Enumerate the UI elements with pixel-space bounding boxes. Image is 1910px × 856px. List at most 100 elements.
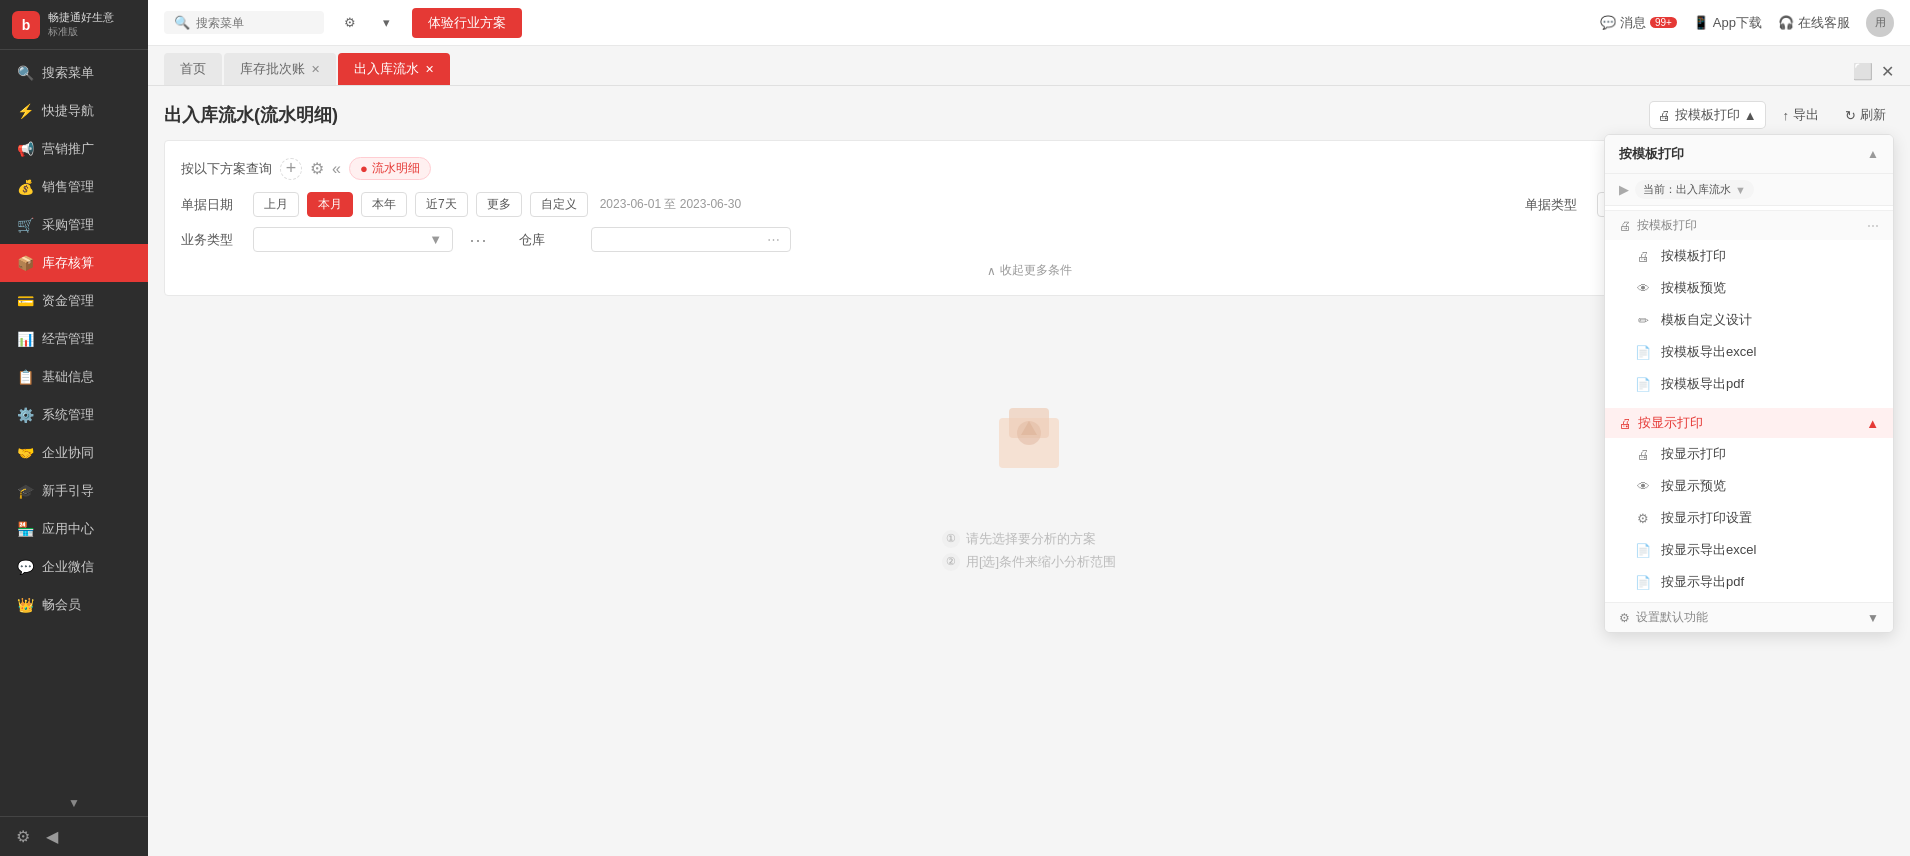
display-chevron-up-icon[interactable]: ▲ [1866, 416, 1879, 431]
set-default-icon: ⚙ [1619, 611, 1630, 625]
logo-icon: b [12, 11, 40, 39]
online-service-btn[interactable]: 🎧 在线客服 [1778, 14, 1850, 32]
hint-text-1: 请先选择要分析的方案 [966, 527, 1096, 550]
search-icon: 🔍 [174, 15, 190, 30]
item-custom-icon: ✏ [1635, 312, 1651, 328]
topbar-right: 💬 消息 99+ 📱 App下载 🎧 在线客服 用 [1600, 9, 1894, 37]
dropdown-item-display-pdf[interactable]: 📄 按显示导出pdf [1605, 566, 1893, 598]
app-logo: b 畅捷通好生意 标准版 [0, 0, 148, 50]
cooperation-icon: 🤝 [16, 444, 34, 462]
dropdown-footer[interactable]: ⚙ 设置默认功能 ▼ [1605, 602, 1893, 632]
topbar-search-box[interactable]: 🔍 [164, 11, 324, 34]
print-dropdown-panel: 按模板打印 ▲ ▶ 当前：出入库流水 ▼ [1604, 134, 1894, 633]
dropdown-item-display-preview[interactable]: 👁 按显示预览 [1605, 470, 1893, 502]
dropdown-chevron[interactable]: ▲ [1867, 147, 1879, 161]
dropdown-item-display-excel[interactable]: 📄 按显示导出excel [1605, 534, 1893, 566]
sidebar-item-system[interactable]: ⚙️ 系统管理 [0, 396, 148, 434]
date-btn-custom[interactable]: 自定义 [530, 192, 588, 217]
export-btn[interactable]: ↑ 导出 [1775, 102, 1828, 128]
business-filter-select[interactable]: ▼ [253, 227, 453, 252]
set-default-btn[interactable]: ⚙ 设置默认功能 [1619, 609, 1708, 626]
collapse-more-label: 收起更多条件 [1000, 262, 1072, 279]
warehouse-more-icon[interactable]: ⋯ [767, 232, 780, 247]
business-more-icon[interactable]: ⋯ [465, 229, 491, 251]
tab-flow[interactable]: 出入库流水 ✕ [338, 53, 450, 85]
search-input[interactable] [196, 16, 296, 30]
sidebar-item-wecom[interactable]: 💬 企业微信 [0, 548, 148, 586]
tab-batch-close-icon[interactable]: ✕ [311, 63, 320, 76]
sidebar-item-operation[interactable]: 📊 经营管理 [0, 320, 148, 358]
tab-flow-close-icon[interactable]: ✕ [425, 63, 434, 76]
date-btn-this-year[interactable]: 本年 [361, 192, 407, 217]
sidebar-item-appstore[interactable]: 🏪 应用中心 [0, 510, 148, 548]
sidebar-item-basic[interactable]: 📋 基础信息 [0, 358, 148, 396]
empty-illustration [979, 388, 1079, 507]
filter-settings-icon[interactable]: ⚙ [310, 159, 324, 178]
tab-batch-label: 库存批次账 [240, 60, 305, 78]
message-label: 消息 [1620, 14, 1646, 32]
topbar-settings-icon[interactable]: ⚙ [336, 9, 364, 37]
sidebar-item-finance[interactable]: 💳 资金管理 [0, 282, 148, 320]
sidebar-item-label: 搜索菜单 [42, 64, 94, 82]
app-name: 畅捷通好生意 [48, 10, 114, 25]
sidebar-item-member[interactable]: 👑 畅会员 [0, 586, 148, 624]
system-icon: ⚙️ [16, 406, 34, 424]
maximize-icon[interactable]: ⬜ [1853, 62, 1873, 81]
topbar-icons: ⚙ ▾ [336, 9, 400, 37]
date-btn-more[interactable]: 更多 [476, 192, 522, 217]
sidebar-item-label: 基础信息 [42, 368, 94, 386]
member-icon: 👑 [16, 596, 34, 614]
app-version: 标准版 [48, 25, 114, 39]
filter-collapse-icon[interactable]: « [332, 160, 341, 178]
sidebar-item-sales[interactable]: 💰 销售管理 [0, 168, 148, 206]
template-more-icon[interactable]: ⋯ [1867, 219, 1879, 233]
app-download-btn[interactable]: 📱 App下载 [1693, 14, 1762, 32]
add-condition-btn[interactable]: + [280, 158, 302, 180]
message-btn[interactable]: 💬 消息 99+ [1600, 14, 1677, 32]
chevron-down-icon[interactable]: ▾ [372, 9, 400, 37]
dropdown-item-template-custom[interactable]: ✏ 模板自定义设计 [1605, 304, 1893, 336]
sidebar-item-label: 企业协同 [42, 444, 94, 462]
industry-btn[interactable]: 体验行业方案 [412, 8, 522, 38]
item-label: 模板自定义设计 [1661, 311, 1752, 329]
dropdown-item-template-preview[interactable]: 👁 按模板预览 [1605, 272, 1893, 304]
filter-scheme-label: 按以下方案查询 [181, 160, 272, 178]
collapse-sidebar-icon[interactable]: ◀ [46, 827, 58, 846]
dropdown-item-template-print[interactable]: 🖨 按模板打印 [1605, 240, 1893, 272]
sidebar-item-search-menu[interactable]: 🔍 搜索菜单 [0, 54, 148, 92]
sidebar-scroll-down[interactable]: ▼ [0, 790, 148, 816]
sidebar-item-marketing[interactable]: 📢 营销推广 [0, 130, 148, 168]
purchase-icon: 🛒 [16, 216, 34, 234]
current-label: 当前：出入库流水 [1643, 182, 1731, 197]
sidebar-item-label: 应用中心 [42, 520, 94, 538]
date-btn-prev-month[interactable]: 上月 [253, 192, 299, 217]
user-avatar-btn[interactable]: 用 [1866, 9, 1894, 37]
search-menu-icon: 🔍 [16, 64, 34, 82]
date-filter-label: 单据日期 [181, 196, 241, 214]
refresh-btn[interactable]: ↻ 刷新 [1837, 102, 1894, 128]
dropdown-item-display-print-settings[interactable]: ⚙ 按显示打印设置 [1605, 502, 1893, 534]
sidebar-item-label: 畅会员 [42, 596, 81, 614]
dropdown-item-template-excel[interactable]: 📄 按模板导出excel [1605, 336, 1893, 368]
sidebar-item-quick-nav[interactable]: ⚡ 快捷导航 [0, 92, 148, 130]
dropdown-item-display-print[interactable]: 🖨 按显示打印 [1605, 438, 1893, 470]
date-btn-7days[interactable]: 近7天 [415, 192, 468, 217]
tab-batch[interactable]: 库存批次账 ✕ [224, 53, 336, 85]
display-pdf-icon: 📄 [1635, 574, 1651, 590]
template-print-btn[interactable]: 🖨 按模板打印 ▲ [1650, 102, 1765, 128]
sidebar-item-purchase[interactable]: 🛒 采购管理 [0, 206, 148, 244]
settings-bottom-icon[interactable]: ⚙ [16, 827, 30, 846]
hint-num-2: ② [942, 553, 960, 571]
date-btn-this-month[interactable]: 本月 [307, 192, 353, 217]
sidebar-item-cooperation[interactable]: 🤝 企业协同 [0, 434, 148, 472]
warehouse-filter-select[interactable]: ⋯ [591, 227, 791, 252]
sidebar-item-inventory[interactable]: 📦 库存核算 [0, 244, 148, 282]
window-close-icon[interactable]: ✕ [1881, 62, 1894, 81]
sidebar-item-guide[interactable]: 🎓 新手引导 [0, 472, 148, 510]
tab-home[interactable]: 首页 [164, 53, 222, 85]
active-filter-tag[interactable]: ● 流水明细 [349, 157, 431, 180]
tag-dot-icon: ● [360, 161, 368, 176]
marketing-icon: 📢 [16, 140, 34, 158]
dropdown-item-template-pdf[interactable]: 📄 按模板导出pdf [1605, 368, 1893, 400]
service-icon: 🎧 [1778, 15, 1794, 30]
